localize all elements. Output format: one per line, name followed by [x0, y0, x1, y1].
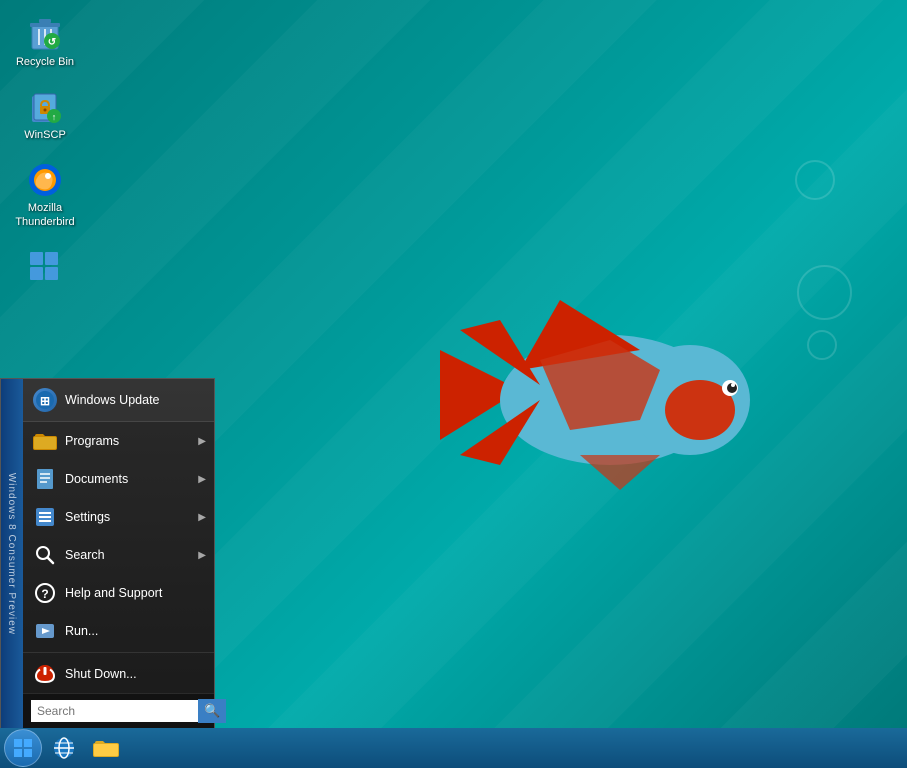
programs-icon [33, 429, 57, 453]
svg-text:⊞: ⊞ [40, 394, 50, 408]
fish-decoration [440, 270, 800, 525]
menu-item-documents[interactable]: Documents ▶ [23, 460, 214, 498]
thunderbird-image [25, 160, 65, 200]
explorer-button[interactable] [86, 730, 126, 766]
grid-app-icon[interactable] [10, 243, 80, 293]
bg-circle-1 [795, 160, 835, 200]
bg-circle-2 [797, 265, 852, 320]
start-button[interactable] [4, 729, 42, 767]
desktop: ↺ Recycle Bin ↑ WinSCP [0, 0, 907, 768]
bg-circle-3 [807, 330, 837, 360]
programs-label: Programs [65, 434, 119, 448]
ie-button[interactable] [44, 730, 84, 766]
search-icon [33, 543, 57, 567]
svg-text:?: ? [41, 587, 48, 601]
start-menu-items: ⊞ Windows Update Programs ▶ [23, 379, 214, 693]
menu-item-shutdown[interactable]: Shut Down... [23, 655, 214, 693]
menu-item-windows-update[interactable]: ⊞ Windows Update [23, 379, 214, 422]
help-label: Help and Support [65, 586, 162, 600]
thunderbird-label: Mozilla Thunderbird [15, 202, 74, 228]
desktop-icons: ↺ Recycle Bin ↑ WinSCP [10, 10, 80, 293]
recycle-bin-icon[interactable]: ↺ Recycle Bin [10, 10, 80, 73]
taskbar [0, 728, 907, 768]
svg-text:↺: ↺ [48, 37, 56, 48]
documents-arrow: ▶ [198, 474, 206, 485]
run-icon [33, 619, 57, 643]
menu-item-search[interactable]: Search ▶ [23, 536, 214, 574]
grid-app-image [25, 247, 65, 287]
help-icon: ? [33, 581, 57, 605]
recycle-bin-image: ↺ [25, 14, 65, 54]
start-search-button[interactable]: 🔍 [198, 699, 226, 723]
settings-icon [33, 505, 57, 529]
programs-arrow: ▶ [198, 436, 206, 447]
windows-update-label: Windows Update [65, 393, 160, 407]
documents-icon [33, 467, 57, 491]
search-label: Search [65, 548, 105, 562]
menu-item-settings[interactable]: Settings ▶ [23, 498, 214, 536]
thunderbird-icon[interactable]: Mozilla Thunderbird [10, 156, 80, 232]
windows-update-icon: ⊞ [33, 388, 57, 412]
menu-item-programs[interactable]: Programs ▶ [23, 422, 214, 460]
documents-label: Documents [65, 472, 128, 486]
menu-separator [23, 652, 214, 653]
settings-arrow: ▶ [198, 512, 206, 523]
start-search-input[interactable] [31, 700, 198, 722]
menu-item-run[interactable]: Run... [23, 612, 214, 650]
shutdown-icon [33, 662, 57, 686]
start-menu-header: Windows 8 Consumer Preview [1, 379, 23, 728]
search-arrow: ▶ [198, 550, 206, 561]
shutdown-label: Shut Down... [65, 667, 137, 681]
run-label: Run... [65, 624, 98, 638]
winscp-icon[interactable]: ↑ WinSCP [10, 83, 80, 146]
start-menu-title: Windows 8 Consumer Preview [7, 472, 18, 634]
settings-label: Settings [65, 510, 110, 524]
recycle-bin-label: Recycle Bin [16, 56, 74, 69]
winscp-label: WinSCP [24, 129, 66, 142]
winscp-image: ↑ [25, 87, 65, 127]
start-menu: Windows 8 Consumer Preview ⊞ Windows Upd… [0, 378, 215, 728]
svg-text:↑: ↑ [52, 112, 57, 122]
menu-item-help[interactable]: ? Help and Support [23, 574, 214, 612]
start-menu-search: 🔍 [23, 693, 214, 728]
